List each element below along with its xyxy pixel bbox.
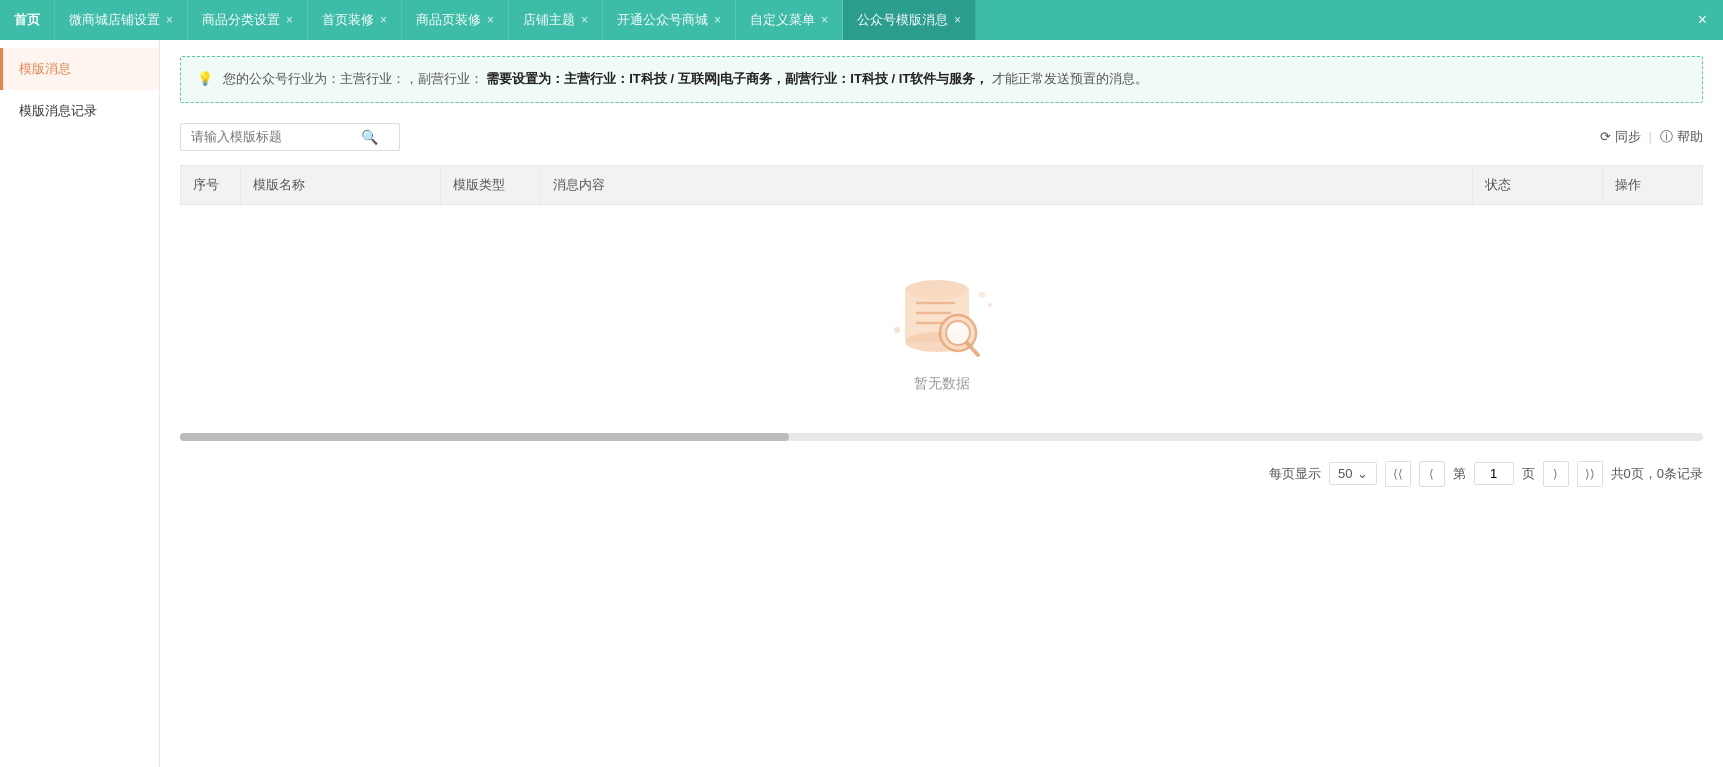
search-input[interactable] (191, 129, 361, 144)
horizontal-scrollbar[interactable] (180, 433, 1703, 441)
content-area: 💡 您的公众号行业为：主营行业：，副营行业： 需要设置为：主营行业：IT科技 /… (160, 40, 1723, 767)
nav-tab-template-msg[interactable]: 公众号模版消息 × (843, 0, 976, 40)
col-action: 操作 (1603, 165, 1703, 204)
top-navigation: 首页 微商城店铺设置 × 商品分类设置 × 首页装修 × 商品页装修 × 店铺主… (0, 0, 1723, 40)
col-type: 模版类型 (441, 165, 541, 204)
nav-tab-product-page-decor-close[interactable]: × (487, 13, 494, 27)
search-bar: 🔍 ⟳ 同步 | ⓘ 帮助 (180, 123, 1703, 151)
close-all-tabs-button[interactable]: × (1682, 11, 1723, 29)
nav-tab-shop-theme-close[interactable]: × (581, 13, 588, 27)
nav-tab-template-msg-close[interactable]: × (954, 13, 961, 27)
nav-tab-wechat-shop[interactable]: 微商城店铺设置 × (55, 0, 188, 40)
notice-suffix: 才能正常发送预置的消息。 (992, 71, 1148, 86)
nav-tab-custom-menu-label: 自定义菜单 (750, 11, 815, 29)
nav-tab-product-category[interactable]: 商品分类设置 × (188, 0, 308, 40)
toolbar-right: ⟳ 同步 | ⓘ 帮助 (1600, 128, 1703, 146)
table-body: 暂无数据 (181, 204, 1703, 433)
page-size-select[interactable]: 50 ⌄ (1329, 462, 1376, 485)
notice-icon: 💡 (197, 71, 213, 86)
sync-icon: ⟳ (1600, 129, 1611, 144)
empty-state-row: 暂无数据 (181, 204, 1703, 433)
sidebar-item-template-msg-record-label: 模版消息记录 (19, 103, 97, 118)
notice-prefix: 您的公众号行业为：主营行业：，副营行业： (223, 71, 483, 86)
sidebar-item-template-msg-record[interactable]: 模版消息记录 (0, 90, 159, 132)
nav-tab-wechat-shop-label: 微商城店铺设置 (69, 11, 160, 29)
last-page-button[interactable]: ⟩⟩ (1577, 461, 1603, 487)
notice-highlight: 需要设置为：主营行业：IT科技 / 互联网|电子商务，副营行业：IT科技 / I… (486, 71, 988, 86)
nav-tab-product-page-decor-label: 商品页装修 (416, 11, 481, 29)
nav-tab-product-category-close[interactable]: × (286, 13, 293, 27)
nav-tab-product-page-decor[interactable]: 商品页装修 × (402, 0, 509, 40)
nav-tab-shop-theme[interactable]: 店铺主题 × (509, 0, 603, 40)
nav-tab-home-decor[interactable]: 首页装修 × (308, 0, 402, 40)
nav-tab-custom-menu[interactable]: 自定义菜单 × (736, 0, 843, 40)
page-size-label: 每页显示 (1269, 465, 1321, 483)
total-info: 共0页，0条记录 (1611, 465, 1703, 483)
main-layout: 模版消息 模版消息记录 💡 您的公众号行业为：主营行业：，副营行业： 需要设置为… (0, 40, 1723, 767)
empty-illustration (882, 265, 1002, 375)
page-size-dropdown-icon: ⌄ (1357, 466, 1368, 481)
current-page-input[interactable] (1474, 462, 1514, 485)
data-table: 序号 模版名称 模版类型 消息内容 状态 操作 (180, 165, 1703, 433)
search-icon[interactable]: 🔍 (361, 129, 378, 145)
col-name: 模版名称 (241, 165, 441, 204)
nav-tab-shop-theme-label: 店铺主题 (523, 11, 575, 29)
sidebar-item-template-msg-label: 模版消息 (19, 61, 71, 76)
sync-button[interactable]: ⟳ 同步 (1600, 128, 1641, 146)
page-size-value: 50 (1338, 466, 1352, 481)
nav-tab-open-mall[interactable]: 开通公众号商城 × (603, 0, 736, 40)
scrollbar-thumb[interactable] (180, 433, 789, 441)
col-status: 状态 (1473, 165, 1603, 204)
next-page-button[interactable]: ⟩ (1543, 461, 1569, 487)
sidebar: 模版消息 模版消息记录 (0, 40, 160, 767)
pagination-bar: 每页显示 50 ⌄ ⟨⟨ ⟨ 第 页 ⟩ ⟩⟩ 共0页，0条记录 (180, 449, 1703, 491)
help-icon: ⓘ (1660, 128, 1673, 146)
nav-tab-custom-menu-close[interactable]: × (821, 13, 828, 27)
svg-point-10 (979, 292, 985, 298)
nav-tab-home[interactable]: 首页 (0, 0, 55, 40)
svg-point-11 (988, 303, 992, 307)
nav-tab-wechat-shop-close[interactable]: × (166, 13, 173, 27)
nav-tab-open-mall-label: 开通公众号商城 (617, 11, 708, 29)
nav-tab-template-msg-label: 公众号模版消息 (857, 11, 948, 29)
sync-label: 同步 (1615, 128, 1641, 146)
prev-page-button[interactable]: ⟨ (1419, 461, 1445, 487)
empty-state: 暂无数据 (181, 205, 1703, 433)
svg-point-9 (949, 324, 957, 332)
svg-point-12 (894, 327, 900, 333)
nav-tab-open-mall-close[interactable]: × (714, 13, 721, 27)
nav-tab-home-decor-label: 首页装修 (322, 11, 374, 29)
first-page-button[interactable]: ⟨⟨ (1385, 461, 1411, 487)
nav-tab-home-decor-close[interactable]: × (380, 13, 387, 27)
col-seq: 序号 (181, 165, 241, 204)
empty-text: 暂无数据 (914, 375, 970, 393)
di-word: 第 (1453, 465, 1466, 483)
search-input-wrap[interactable]: 🔍 (180, 123, 400, 151)
nav-tab-product-category-label: 商品分类设置 (202, 11, 280, 29)
help-label: 帮助 (1677, 128, 1703, 146)
notice-banner: 💡 您的公众号行业为：主营行业：，副营行业： 需要设置为：主营行业：IT科技 /… (180, 56, 1703, 103)
page-word: 页 (1522, 465, 1535, 483)
help-button[interactable]: ⓘ 帮助 (1660, 128, 1703, 146)
table-header: 序号 模版名称 模版类型 消息内容 状态 操作 (181, 165, 1703, 204)
nav-tab-home-label: 首页 (14, 11, 40, 29)
toolbar-divider: | (1649, 129, 1652, 144)
col-content: 消息内容 (541, 165, 1473, 204)
sidebar-item-template-msg[interactable]: 模版消息 (0, 48, 159, 90)
